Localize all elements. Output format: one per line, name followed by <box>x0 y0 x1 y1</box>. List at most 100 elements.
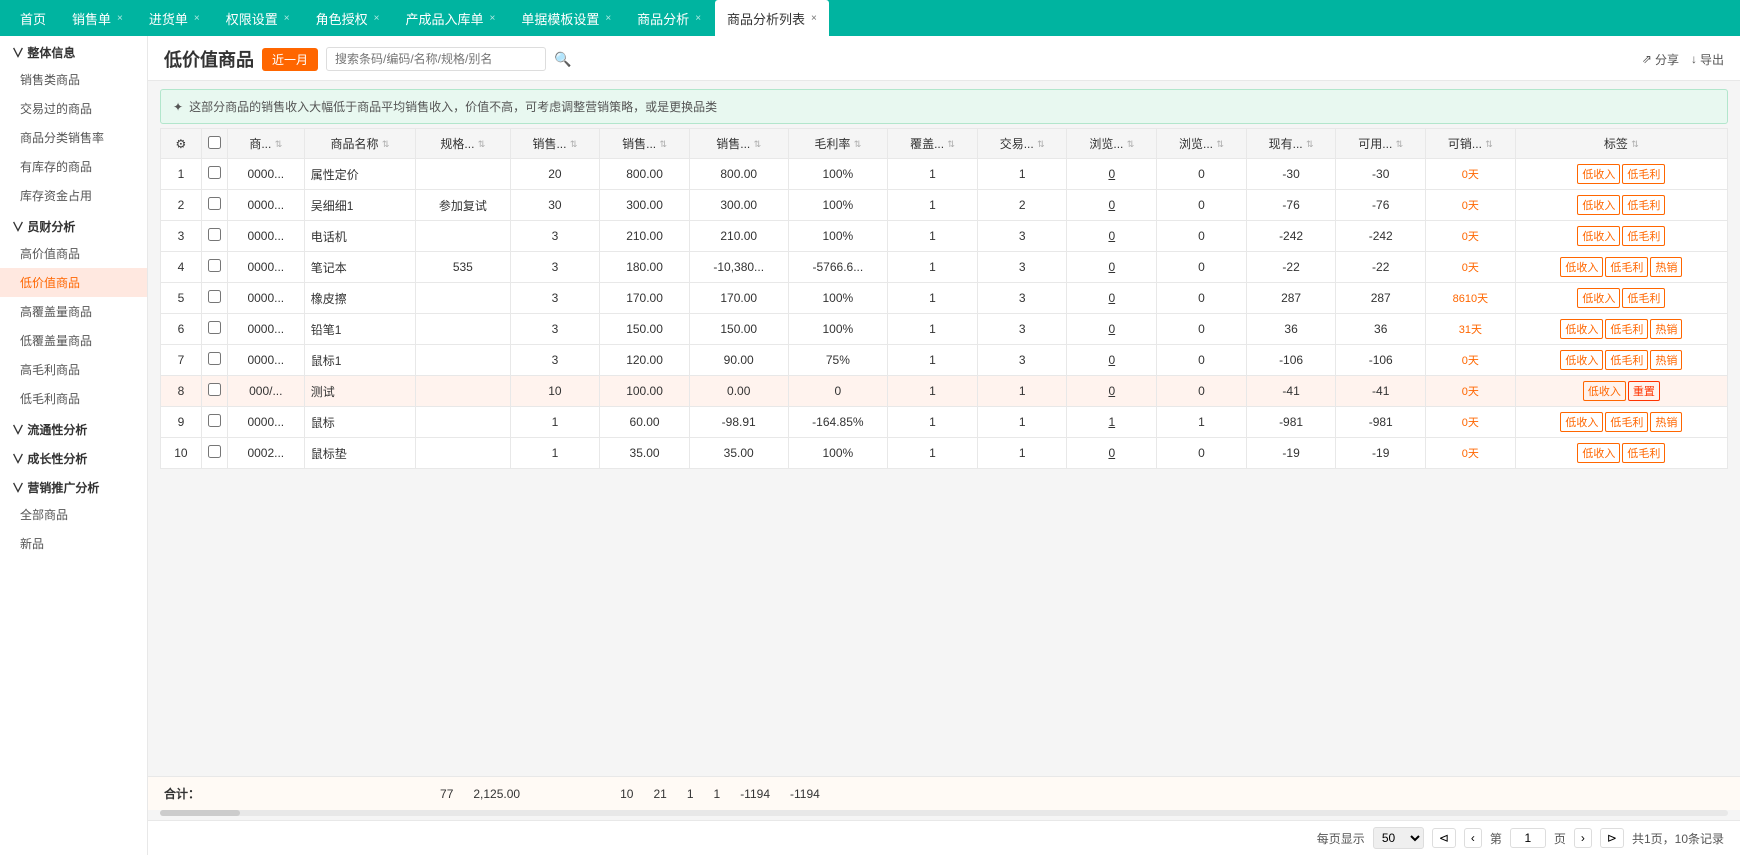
sidebar-item-new-goods[interactable]: 新品 <box>0 529 147 558</box>
cell-spec <box>416 438 510 469</box>
sidebar-item-high-value[interactable]: 高价值商品 <box>0 239 147 268</box>
nav-permission[interactable]: 权限设置 × <box>214 0 302 36</box>
select-all-checkbox[interactable] <box>208 136 221 149</box>
scrollbar-thumb[interactable] <box>160 810 240 816</box>
row-checkbox[interactable] <box>208 383 221 396</box>
cell-view1[interactable]: 0 <box>1067 221 1157 252</box>
close-icon[interactable]: × <box>605 13 611 24</box>
row-checkbox[interactable] <box>208 321 221 334</box>
th-margin[interactable]: 毛利率 ⇅ <box>788 129 888 159</box>
cell-check[interactable] <box>201 190 227 221</box>
row-checkbox[interactable] <box>208 166 221 179</box>
close-icon[interactable]: × <box>695 13 701 24</box>
sidebar-item-stock-goods[interactable]: 有库存的商品 <box>0 152 147 181</box>
close-icon[interactable]: × <box>194 13 200 24</box>
cell-check[interactable] <box>201 252 227 283</box>
first-page-button[interactable]: ⊲ <box>1432 828 1456 848</box>
page-size-select[interactable]: 50 100 200 <box>1373 827 1424 849</box>
share-button[interactable]: ⇗ 分享 <box>1642 51 1679 68</box>
row-checkbox[interactable] <box>208 290 221 303</box>
nav-template[interactable]: 单据模板设置 × <box>509 0 623 36</box>
sidebar-section-growth[interactable]: ∨ 成长性分析 <box>0 442 147 471</box>
row-checkbox[interactable] <box>208 414 221 427</box>
scrollbar-track[interactable] <box>160 810 1728 816</box>
cell-check[interactable] <box>201 438 227 469</box>
close-icon[interactable]: × <box>489 13 495 24</box>
sidebar-item-low-value[interactable]: 低价值商品 <box>0 268 147 297</box>
th-name[interactable]: 商品名称 ⇅ <box>304 129 415 159</box>
filter-month-button[interactable]: 近一月 <box>262 48 318 71</box>
th-s3[interactable]: 销售... ⇅ <box>689 129 788 159</box>
nav-purchase[interactable]: 进货单 × <box>137 0 212 36</box>
th-coverage[interactable]: 覆盖... ⇅ <box>888 129 978 159</box>
row-checkbox[interactable] <box>208 352 221 365</box>
nav-sales[interactable]: 销售单 × <box>60 0 135 36</box>
prev-page-button[interactable]: ‹ <box>1464 828 1482 848</box>
cell-check[interactable] <box>201 407 227 438</box>
search-icon[interactable]: 🔍 <box>554 51 571 68</box>
close-icon[interactable]: × <box>374 13 380 24</box>
cell-view1[interactable]: 0 <box>1067 283 1157 314</box>
th-s2[interactable]: 销售... ⇅ <box>600 129 690 159</box>
cell-check[interactable] <box>201 314 227 345</box>
close-icon[interactable]: × <box>117 13 123 24</box>
th-spec[interactable]: 规格... ⇅ <box>416 129 510 159</box>
sidebar-item-high-coverage[interactable]: 高覆盖量商品 <box>0 297 147 326</box>
sidebar-item-category-rate[interactable]: 商品分类销售率 <box>0 123 147 152</box>
last-page-button[interactable]: ⊳ <box>1600 828 1624 848</box>
export-button[interactable]: ↓ 导出 <box>1691 51 1724 68</box>
row-checkbox[interactable] <box>208 259 221 272</box>
sidebar-section-financial[interactable]: ∨ 员财分析 <box>0 210 147 239</box>
th-view1[interactable]: 浏览... ⇅ <box>1067 129 1157 159</box>
th-view2[interactable]: 浏览... ⇅ <box>1157 129 1247 159</box>
nav-role[interactable]: 角色授权 × <box>304 0 392 36</box>
nav-inventory[interactable]: 产成品入库单 × <box>393 0 507 36</box>
cell-view1[interactable]: 1 <box>1067 407 1157 438</box>
th-stock3[interactable]: 可销... ⇅ <box>1426 129 1516 159</box>
table-wrapper[interactable]: ⚙ 商... ⇅ 商品名称 ⇅ 规格... ⇅ 销售... ⇅ 销售... ⇅ … <box>160 128 1728 776</box>
nav-product-analysis[interactable]: 商品分析 × <box>625 0 713 36</box>
row-checkbox[interactable] <box>208 445 221 458</box>
sidebar-item-stock-funds[interactable]: 库存资金占用 <box>0 181 147 210</box>
sidebar-item-low-coverage[interactable]: 低覆盖量商品 <box>0 326 147 355</box>
cell-check[interactable] <box>201 283 227 314</box>
th-settings[interactable]: ⚙ <box>161 129 202 159</box>
cell-name: 属性定价 <box>304 159 415 190</box>
sidebar-item-all-goods[interactable]: 全部商品 <box>0 500 147 529</box>
next-page-button[interactable]: › <box>1574 828 1592 848</box>
th-stock2[interactable]: 可用... ⇅ <box>1336 129 1426 159</box>
row-checkbox[interactable] <box>208 197 221 210</box>
row-checkbox[interactable] <box>208 228 221 241</box>
sidebar-item-sales-goods[interactable]: 销售类商品 <box>0 65 147 94</box>
cell-margin: 100% <box>788 438 888 469</box>
cell-view1[interactable]: 0 <box>1067 345 1157 376</box>
close-icon[interactable]: × <box>811 13 817 24</box>
cell-view1[interactable]: 0 <box>1067 159 1157 190</box>
cell-check[interactable] <box>201 345 227 376</box>
sidebar-item-low-margin[interactable]: 低毛利商品 <box>0 384 147 413</box>
th-s1[interactable]: 销售... ⇅ <box>510 129 600 159</box>
cell-view1[interactable]: 0 <box>1067 190 1157 221</box>
sidebar-item-high-margin[interactable]: 高毛利商品 <box>0 355 147 384</box>
th-tags[interactable]: 标签 ⇅ <box>1515 129 1727 159</box>
sidebar-section-liquidity[interactable]: ∨ 流通性分析 <box>0 413 147 442</box>
th-trade[interactable]: 交易... ⇅ <box>977 129 1067 159</box>
sidebar-section-overall[interactable]: ∨ 整体信息 <box>0 36 147 65</box>
cell-view1[interactable]: 0 <box>1067 376 1157 407</box>
th-code[interactable]: 商... ⇅ <box>227 129 304 159</box>
close-icon[interactable]: × <box>284 13 290 24</box>
th-stock1[interactable]: 现有... ⇅ <box>1246 129 1336 159</box>
th-checkbox[interactable] <box>201 129 227 159</box>
cell-view1[interactable]: 0 <box>1067 252 1157 283</box>
cell-check[interactable] <box>201 159 227 190</box>
cell-view1[interactable]: 0 <box>1067 314 1157 345</box>
cell-check[interactable] <box>201 221 227 252</box>
page-input[interactable] <box>1510 828 1546 848</box>
nav-product-list[interactable]: 商品分析列表 × <box>715 0 829 36</box>
sidebar-section-marketing[interactable]: ∨ 营销推广分析 <box>0 471 147 500</box>
nav-home[interactable]: 首页 <box>8 0 58 36</box>
sidebar-item-traded-goods[interactable]: 交易过的商品 <box>0 94 147 123</box>
search-input[interactable] <box>326 47 546 71</box>
cell-view1[interactable]: 0 <box>1067 438 1157 469</box>
cell-check[interactable] <box>201 376 227 407</box>
